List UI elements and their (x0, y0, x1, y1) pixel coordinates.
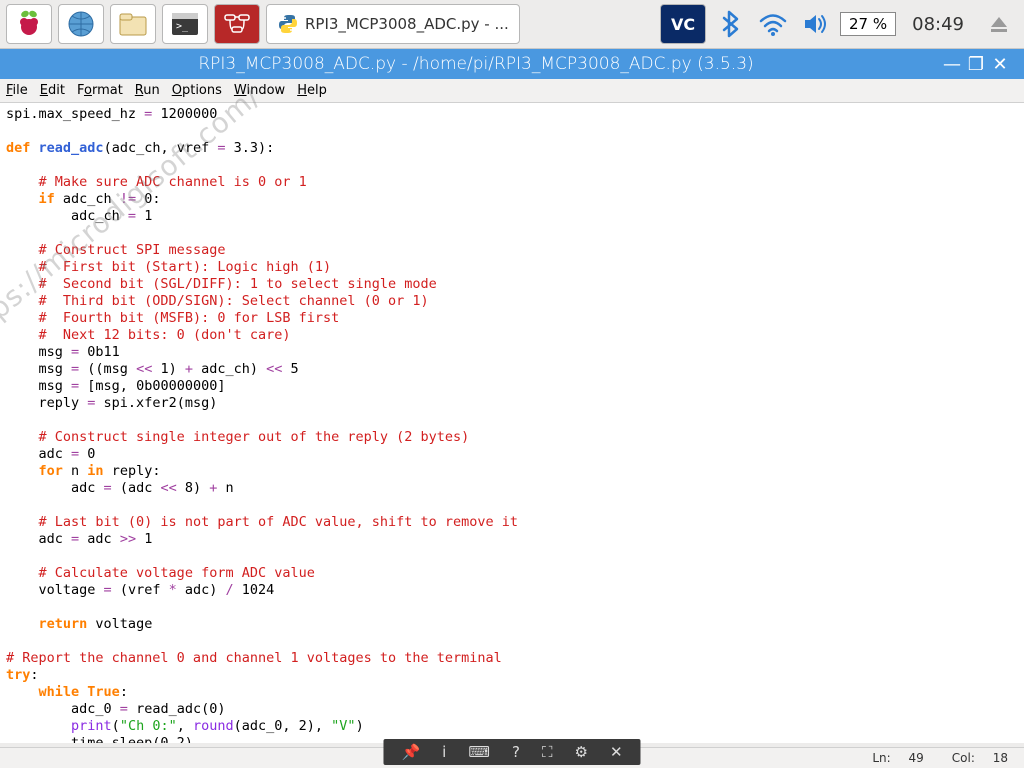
taskbar-task-label: RPI3_MCP3008_ADC.py - ... (305, 15, 509, 33)
menu-file[interactable]: File (6, 83, 28, 98)
status-col: Col: 18 (938, 751, 1008, 765)
menu-help[interactable]: Help (297, 83, 327, 98)
svg-text:>_: >_ (176, 21, 189, 32)
taskbar: >_ RPI3_MCP3008_ADC.py - ... VC 27 % 08:… (0, 0, 1024, 49)
clock[interactable]: 08:49 (902, 14, 974, 35)
menu-options[interactable]: Options (172, 83, 222, 98)
menu-raspberry-icon[interactable] (6, 4, 52, 44)
terminal-icon[interactable]: >_ (162, 4, 208, 44)
menu-edit[interactable]: Edit (40, 83, 65, 98)
eject-icon[interactable] (980, 13, 1018, 35)
maximize-button[interactable]: ❐ (964, 54, 988, 75)
close-button[interactable]: ✕ (988, 54, 1012, 75)
wifi-icon[interactable] (754, 12, 792, 36)
pin-icon[interactable]: 📌 (401, 743, 420, 761)
window-titlebar[interactable]: RPI3_MCP3008_ADC.py - /home/pi/RPI3_MCP3… (0, 49, 1024, 79)
vnc-toolbar[interactable]: 📌 i ⌨ ? ⛶ ⚙ ✕ (383, 739, 640, 765)
menu-window[interactable]: Window (234, 83, 285, 98)
python-icon (277, 13, 299, 35)
help-icon[interactable]: ? (512, 743, 520, 761)
menubar: File Edit Format Run Options Window Help (0, 79, 1024, 103)
menu-run[interactable]: Run (135, 83, 160, 98)
battery-indicator[interactable]: 27 % (840, 12, 896, 36)
settings-icon[interactable]: ⚙ (574, 743, 587, 761)
bluetooth-icon[interactable] (712, 9, 748, 39)
close-session-icon[interactable]: ✕ (610, 743, 623, 761)
fullscreen-icon[interactable]: ⛶ (542, 743, 553, 761)
window-title: RPI3_MCP3008_ADC.py - /home/pi/RPI3_MCP3… (12, 54, 940, 74)
menu-format[interactable]: Format (77, 83, 123, 98)
status-line: Ln: 49 (858, 751, 923, 765)
node-red-icon[interactable] (214, 4, 260, 44)
code-editor[interactable]: spi.max_speed_hz = 1200000 def read_adc(… (0, 103, 1024, 743)
minimize-button[interactable]: — (940, 54, 964, 75)
volume-icon[interactable] (798, 12, 834, 36)
vnc-icon[interactable]: VC (660, 4, 706, 44)
info-icon[interactable]: i (442, 743, 446, 761)
taskbar-active-window[interactable]: RPI3_MCP3008_ADC.py - ... (266, 4, 520, 44)
file-manager-icon[interactable] (110, 4, 156, 44)
keyboard-icon[interactable]: ⌨ (468, 743, 490, 761)
web-browser-icon[interactable] (58, 4, 104, 44)
